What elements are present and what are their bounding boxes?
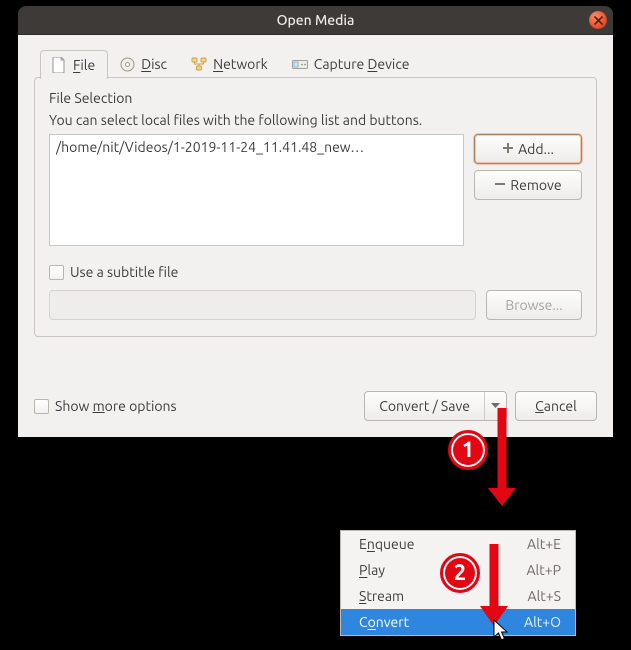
convert-save-dropdown-arrow[interactable]: [484, 392, 506, 420]
dialog-footer: Show more options Convert / Save Cancel: [34, 391, 597, 421]
menu-item-shortcut: Alt+E: [527, 536, 561, 552]
open-media-dialog: Open Media File Disc Net: [18, 6, 613, 437]
network-icon: [191, 56, 207, 72]
tab-file[interactable]: File: [40, 50, 108, 79]
menu-item-shortcut: Alt+P: [526, 562, 561, 578]
file-selection-helptext: You can select local files with the foll…: [49, 112, 582, 128]
disc-icon: [119, 56, 135, 72]
convert-save-button[interactable]: Convert / Save: [365, 392, 484, 420]
tabbar: File Disc Network Capture Device: [34, 49, 597, 78]
tab-panel-file: File Selection You can select local file…: [34, 77, 597, 337]
show-more-label: Show more options: [55, 398, 177, 414]
plus-icon: [502, 141, 514, 157]
add-button-label: Add...: [518, 141, 554, 157]
menu-item-label: Stream: [359, 588, 404, 604]
file-list[interactable]: /home/nit/Videos/1-2019-11-24_11.41.48_n…: [49, 134, 464, 246]
subtitle-path-field: [49, 290, 476, 320]
remove-button[interactable]: Remove: [474, 170, 582, 200]
file-icon: [51, 57, 67, 73]
remove-button-label: Remove: [510, 177, 561, 193]
capture-device-icon: [292, 56, 308, 72]
tab-capture-device[interactable]: Capture Device: [281, 49, 423, 78]
menu-item[interactable]: Play Alt+P: [341, 557, 575, 583]
convert-save-menu: Enqueue Alt+E Play Alt+P Stream Alt+S Convert A…: [340, 530, 576, 636]
tab-network[interactable]: Network: [180, 49, 281, 78]
menu-item[interactable]: Enqueue Alt+E: [341, 531, 575, 557]
show-more-checkbox[interactable]: [34, 399, 49, 414]
tab-disc-label: Disc: [141, 56, 167, 72]
close-icon[interactable]: [589, 11, 607, 29]
minus-icon: [494, 177, 506, 193]
browse-button: Browse...: [486, 290, 582, 320]
tab-disc[interactable]: Disc: [108, 49, 180, 78]
menu-item-label: Play: [359, 562, 385, 578]
cancel-button-label: Cancel: [535, 398, 577, 414]
titlebar[interactable]: Open Media: [18, 6, 613, 34]
tab-file-label: File: [73, 57, 95, 73]
menu-item-label: Convert: [359, 614, 409, 630]
chevron-down-icon: [491, 403, 500, 409]
menu-item-shortcut: Alt+O: [524, 614, 561, 630]
convert-save-label: Convert / Save: [379, 398, 470, 414]
browse-button-label: Browse...: [505, 297, 562, 313]
menu-item-shortcut: Alt+S: [527, 588, 561, 604]
cancel-button[interactable]: Cancel: [515, 391, 597, 421]
tab-network-label: Network: [213, 56, 268, 72]
file-selection-heading: File Selection: [49, 90, 582, 106]
menu-item[interactable]: Convert Alt+O: [341, 609, 575, 635]
file-list-item[interactable]: /home/nit/Videos/1-2019-11-24_11.41.48_n…: [56, 139, 457, 155]
subtitle-checkbox-label: Use a subtitle file: [70, 264, 178, 280]
add-button[interactable]: Add...: [474, 134, 582, 164]
dialog-body: File Disc Network Capture Device: [18, 34, 613, 437]
window-title: Open Media: [277, 12, 355, 28]
tab-capture-label: Capture Device: [314, 56, 410, 72]
menu-item-label: Enqueue: [359, 536, 415, 552]
subtitle-checkbox[interactable]: [49, 265, 64, 280]
menu-item[interactable]: Stream Alt+S: [341, 583, 575, 609]
convert-save-splitbutton[interactable]: Convert / Save: [364, 391, 507, 421]
